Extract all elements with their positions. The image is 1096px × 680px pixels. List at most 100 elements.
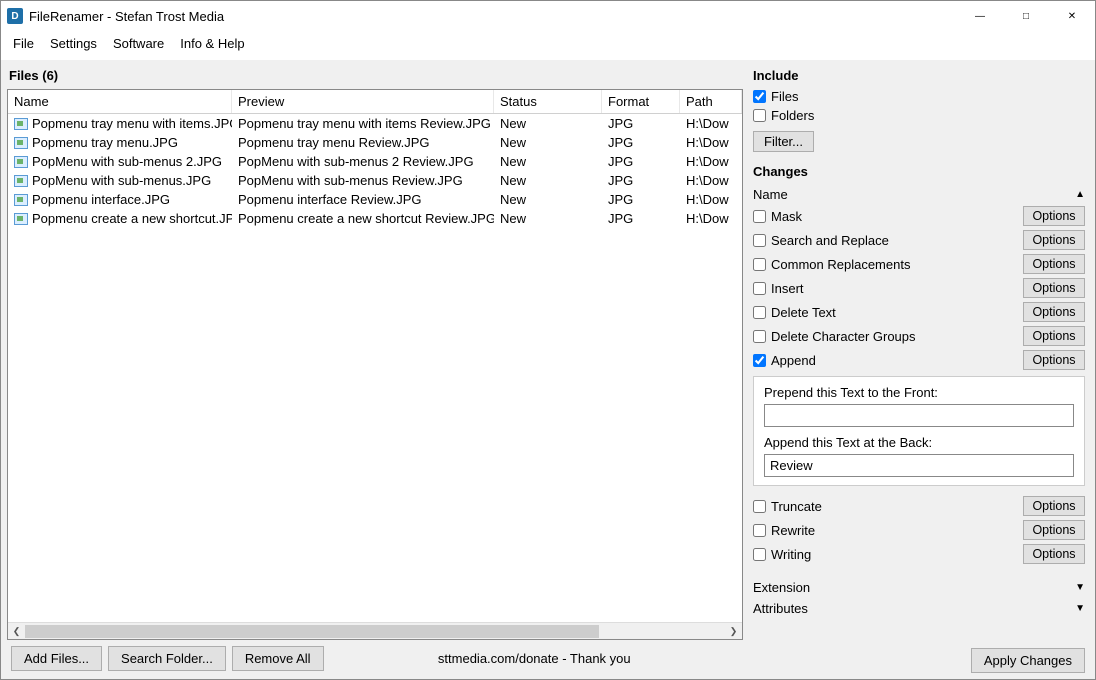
prepend-input[interactable] (764, 404, 1074, 427)
col-header-status[interactable]: Status (494, 90, 602, 113)
remove-all-button[interactable]: Remove All (232, 646, 324, 671)
cell-name: PopMenu with sub-menus 2.JPG (32, 154, 222, 169)
filter-button[interactable]: Filter... (753, 131, 814, 152)
mask-label: Mask (771, 209, 802, 224)
truncate-checkbox[interactable] (753, 500, 766, 513)
menu-settings[interactable]: Settings (42, 33, 105, 54)
donate-text: sttmedia.com/donate - Thank you (330, 651, 739, 666)
writing-options-button[interactable]: Options (1023, 544, 1085, 564)
name-section-label: Name (753, 187, 788, 202)
delete-char-groups-options-button[interactable]: Options (1023, 326, 1085, 346)
common-replacements-checkbox[interactable] (753, 258, 766, 271)
apply-changes-button[interactable]: Apply Changes (971, 648, 1085, 673)
menu-bar: File Settings Software Info & Help (1, 31, 1095, 60)
cell-format: JPG (602, 172, 680, 189)
append-input[interactable] (764, 454, 1074, 477)
file-table: Name Preview Status Format Path Popmenu … (7, 89, 743, 640)
cell-status: New (494, 191, 602, 208)
cell-format: JPG (602, 115, 680, 132)
rewrite-checkbox[interactable] (753, 524, 766, 537)
cell-preview: Popmenu tray menu Review.JPG (232, 134, 494, 151)
window-controls: — □ ✕ (957, 1, 1095, 31)
name-section-header[interactable]: Name ▲ (753, 183, 1085, 204)
writing-checkbox[interactable] (753, 548, 766, 561)
cell-preview: Popmenu tray menu with items Review.JPG (232, 115, 494, 132)
cell-name: Popmenu interface.JPG (32, 192, 170, 207)
image-file-icon (14, 118, 28, 130)
cell-format: JPG (602, 153, 680, 170)
cell-status: New (494, 115, 602, 132)
cell-name: Popmenu create a new shortcut.JPG (32, 211, 232, 226)
files-heading: Files (6) (7, 66, 743, 89)
cell-preview: Popmenu create a new shortcut Review.JPG (232, 210, 494, 227)
horizontal-scrollbar[interactable]: ❮ ❯ (8, 622, 742, 639)
insert-checkbox[interactable] (753, 282, 766, 295)
append-panel: Prepend this Text to the Front: Append t… (753, 376, 1085, 486)
maximize-button[interactable]: □ (1003, 1, 1049, 31)
search-replace-checkbox[interactable] (753, 234, 766, 247)
rewrite-options-button[interactable]: Options (1023, 520, 1085, 540)
writing-label: Writing (771, 547, 811, 562)
menu-file[interactable]: File (5, 33, 42, 54)
cell-path: H:\Dow (680, 153, 742, 170)
common-replacements-options-button[interactable]: Options (1023, 254, 1085, 274)
table-row[interactable]: PopMenu with sub-menus.JPGPopMenu with s… (8, 171, 742, 190)
delete-text-label: Delete Text (771, 305, 836, 320)
cell-format: JPG (602, 210, 680, 227)
cell-preview: Popmenu interface Review.JPG (232, 191, 494, 208)
include-files-checkbox[interactable] (753, 90, 766, 103)
window-title: FileRenamer - Stefan Trost Media (29, 9, 224, 24)
extension-section-header[interactable]: Extension ▼ (753, 576, 1085, 597)
truncate-label: Truncate (771, 499, 822, 514)
table-row[interactable]: Popmenu interface.JPG Popmenu interface R… (8, 190, 742, 209)
truncate-options-button[interactable]: Options (1023, 496, 1085, 516)
append-checkbox[interactable] (753, 354, 766, 367)
search-replace-label: Search and Replace (771, 233, 889, 248)
cell-status: New (494, 134, 602, 151)
menu-software[interactable]: Software (105, 33, 172, 54)
col-header-name[interactable]: Name (8, 90, 232, 113)
table-body: Popmenu tray menu with items.JPGPopmenu … (8, 114, 742, 622)
cell-status: New (494, 172, 602, 189)
cell-path: H:\Dow (680, 134, 742, 151)
menu-info-help[interactable]: Info & Help (172, 33, 252, 54)
cell-format: JPG (602, 191, 680, 208)
delete-text-options-button[interactable]: Options (1023, 302, 1085, 322)
col-header-preview[interactable]: Preview (232, 90, 494, 113)
image-file-icon (14, 156, 28, 168)
mask-options-button[interactable]: Options (1023, 206, 1085, 226)
close-button[interactable]: ✕ (1049, 1, 1095, 31)
common-replacements-label: Common Replacements (771, 257, 910, 272)
col-header-format[interactable]: Format (602, 90, 680, 113)
cell-path: H:\Dow (680, 191, 742, 208)
table-row[interactable]: Popmenu create a new shortcut.JPGPopmenu… (8, 209, 742, 228)
table-row[interactable]: Popmenu tray menu with items.JPGPopmenu … (8, 114, 742, 133)
mask-checkbox[interactable] (753, 210, 766, 223)
scroll-left-arrow-icon[interactable]: ❮ (8, 623, 25, 640)
minimize-button[interactable]: — (957, 1, 1003, 31)
cell-status: New (494, 153, 602, 170)
table-row[interactable]: PopMenu with sub-menus 2.JPG PopMenu with… (8, 152, 742, 171)
delete-char-groups-checkbox[interactable] (753, 330, 766, 343)
append-options-button[interactable]: Options (1023, 350, 1085, 370)
scroll-right-arrow-icon[interactable]: ❯ (725, 623, 742, 640)
include-files-label: Files (771, 89, 798, 104)
search-replace-options-button[interactable]: Options (1023, 230, 1085, 250)
image-file-icon (14, 194, 28, 206)
search-folder-button[interactable]: Search Folder... (108, 646, 226, 671)
include-folders-checkbox[interactable] (753, 109, 766, 122)
attributes-section-header[interactable]: Attributes ▼ (753, 597, 1085, 618)
cell-preview: PopMenu with sub-menus 2 Review.JPG (232, 153, 494, 170)
delete-text-checkbox[interactable] (753, 306, 766, 319)
col-header-path[interactable]: Path (680, 90, 742, 113)
changes-heading: Changes (753, 162, 1085, 183)
cell-name: Popmenu tray menu with items.JPG (32, 116, 232, 131)
insert-options-button[interactable]: Options (1023, 278, 1085, 298)
table-row[interactable]: Popmenu tray menu.JPGPopmenu tray menu R… (8, 133, 742, 152)
add-files-button[interactable]: Add Files... (11, 646, 102, 671)
insert-label: Insert (771, 281, 804, 296)
collapse-up-icon: ▲ (1075, 189, 1085, 200)
scroll-thumb[interactable] (25, 625, 599, 638)
cell-preview: PopMenu with sub-menus Review.JPG (232, 172, 494, 189)
image-file-icon (14, 137, 28, 149)
